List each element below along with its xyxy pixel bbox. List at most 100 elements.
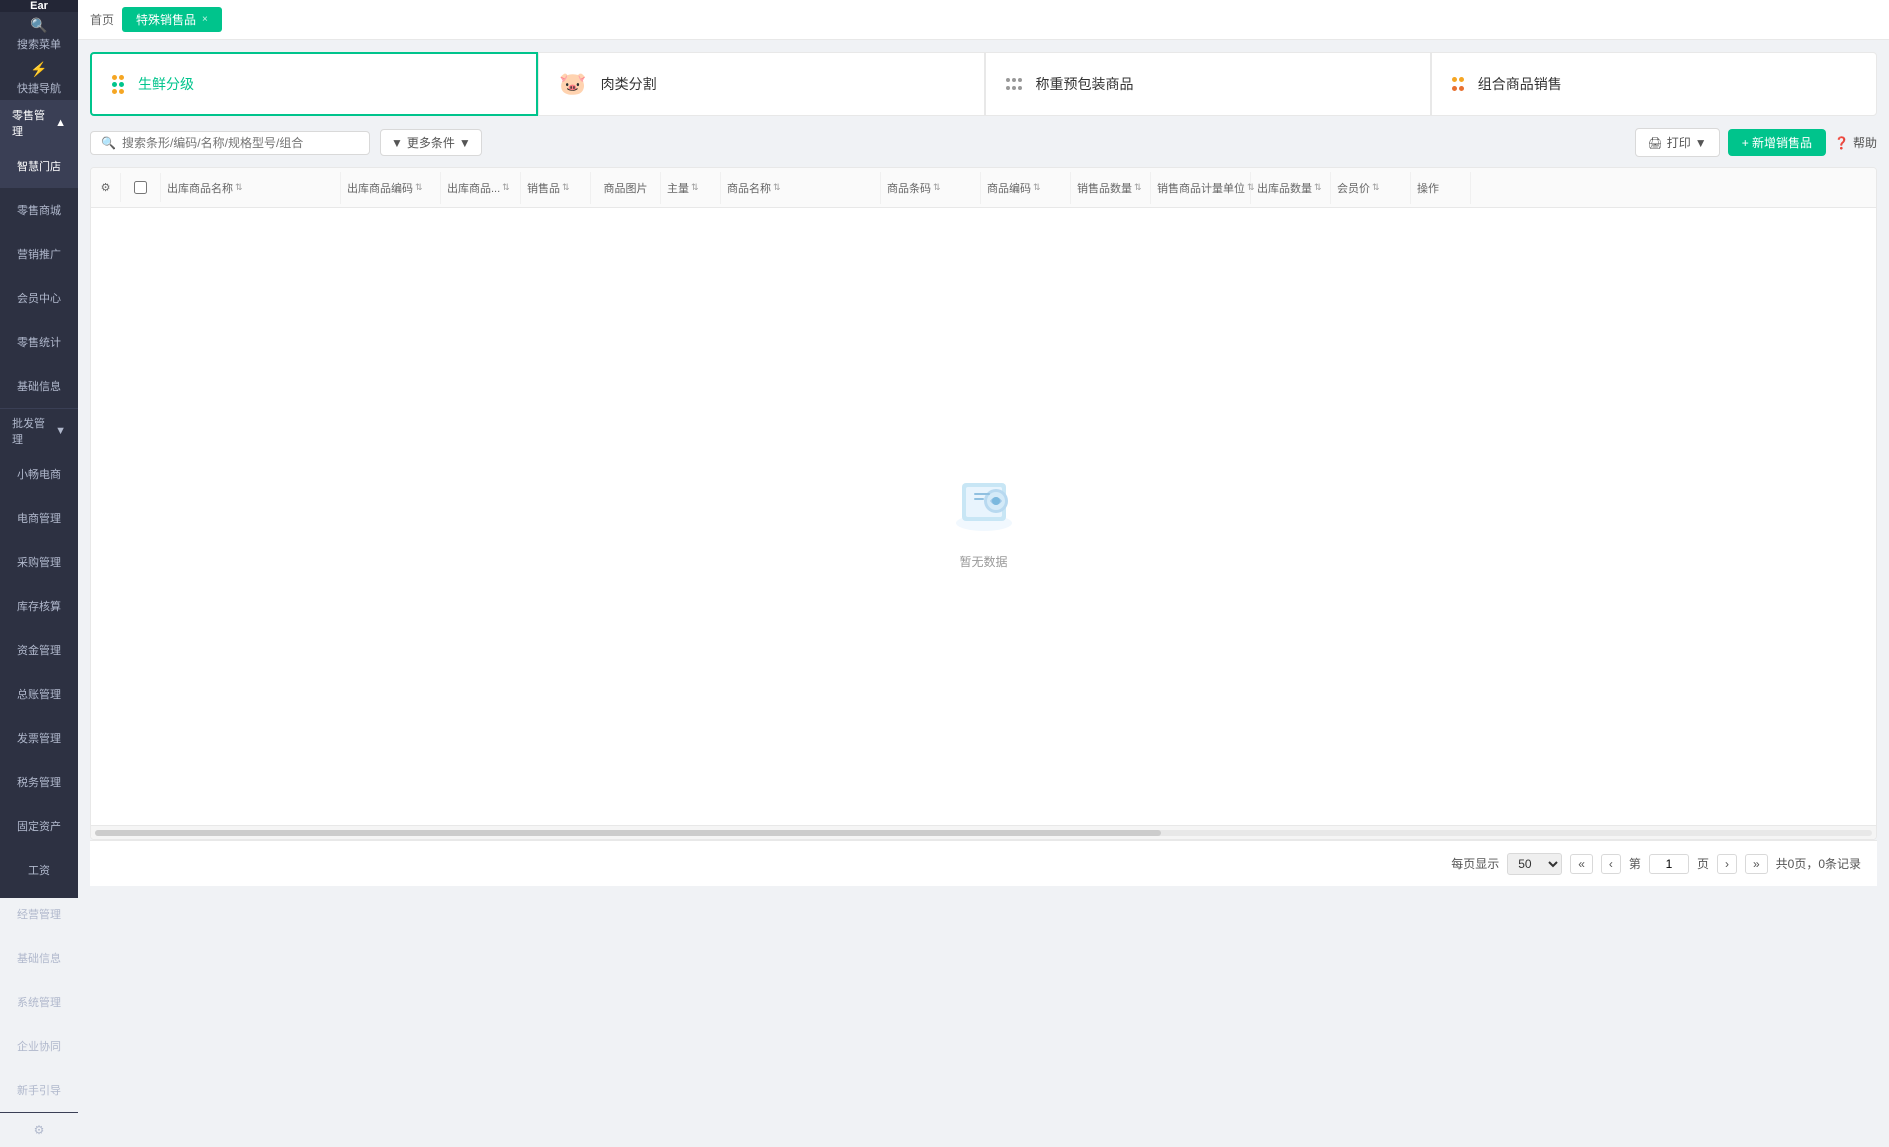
sidebar-bottom: ⚙: [0, 1112, 78, 1147]
sidebar-item-basic-info[interactable]: 基础信息: [0, 364, 78, 408]
more-conditions-button[interactable]: ▼ 更多条件 ▼: [380, 129, 482, 156]
pagination-bar: 每页显示 50 10 20 100 « ‹ 第 页 › » 共0页，0条记录: [90, 840, 1877, 886]
th-sale-qty[interactable]: 销售品数量 ⇅: [1071, 172, 1151, 204]
gear-icon: ⚙: [101, 181, 111, 194]
print-button[interactable]: 🖨 打印 ▼: [1635, 128, 1720, 157]
sidebar-item-retail-stats[interactable]: 零售统计: [0, 320, 78, 364]
th-goods-name[interactable]: 商品名称 ⇅: [721, 172, 881, 204]
th-weight[interactable]: 主量 ⇅: [661, 172, 721, 204]
horizontal-scrollbar[interactable]: [91, 825, 1876, 839]
print-arrow-icon: ▼: [1695, 136, 1707, 150]
sidebar-item-inventory[interactable]: 库存核算: [0, 584, 78, 628]
sidebar-item-system[interactable]: 系统管理: [0, 980, 78, 1024]
per-page-select[interactable]: 50 10 20 100: [1507, 853, 1562, 875]
fresh-grade-icon: [112, 75, 124, 94]
sort-icon: ⇅: [235, 182, 243, 193]
select-all-checkbox[interactable]: [134, 181, 147, 194]
th-out-spec[interactable]: 出库商品... ⇅: [441, 172, 521, 204]
sidebar-item-marketing[interactable]: 营销推广: [0, 232, 78, 276]
sidebar-item-general-ledger[interactable]: 总账管理: [0, 672, 78, 716]
sidebar-item-member[interactable]: 会员中心: [0, 276, 78, 320]
search-icon: 🔍: [30, 17, 47, 34]
search-input[interactable]: [122, 136, 359, 150]
weight-pack-label: 称重预包装商品: [1036, 74, 1134, 94]
sidebar-item-invoice[interactable]: 发票管理: [0, 716, 78, 760]
th-unit[interactable]: 销售商品计量单位 ⇅: [1151, 172, 1251, 204]
tab-card-meat-cut[interactable]: 🐷 肉类分割: [538, 52, 984, 116]
combo-sale-label: 组合商品销售: [1478, 74, 1562, 94]
weight-pack-icon: [1006, 78, 1022, 90]
sidebar-item-enterprise[interactable]: 企业协同: [0, 1024, 78, 1068]
sidebar-item-finance[interactable]: 资金管理: [0, 628, 78, 672]
last-page-button[interactable]: »: [1745, 854, 1768, 874]
sort-icon: ⇅: [1134, 182, 1142, 193]
chevron-icon: ▲: [55, 117, 66, 129]
pig-icon: 🐷: [559, 71, 586, 97]
sidebar-item-newbie[interactable]: 新手引导: [0, 1068, 78, 1112]
tab-cards-row: 生鲜分级 🐷 肉类分割: [90, 52, 1877, 116]
help-icon: ❓: [1834, 136, 1849, 150]
table-header: ⚙ 出库商品名称 ⇅ 出库商品编码 ⇅ 出库商品... ⇅: [91, 168, 1876, 208]
sidebar-item-fixed-assets[interactable]: 固定资产: [0, 804, 78, 848]
th-member-price[interactable]: 会员价 ⇅: [1331, 172, 1411, 204]
settings-button[interactable]: ⚙: [0, 1113, 78, 1147]
sidebar-item-operations[interactable]: 经营管理: [0, 892, 78, 936]
tab-close-icon[interactable]: ×: [202, 14, 208, 25]
th-barcode[interactable]: 商品条码 ⇅: [881, 172, 981, 204]
sort-icon: ⇅: [933, 182, 941, 193]
action-bar: 🖨 打印 ▼ + 新增销售品 ❓ 帮助: [1635, 128, 1877, 157]
search-icon: 🔍: [101, 136, 116, 150]
sidebar-item-search[interactable]: 🔍 搜索菜单: [0, 12, 78, 56]
add-sale-item-button[interactable]: + 新增销售品: [1728, 129, 1826, 156]
th-sale-item[interactable]: 销售品 ⇅: [521, 172, 591, 204]
main-area: 首页 特殊销售品 ×: [78, 0, 1889, 898]
th-goods-code[interactable]: 商品编码 ⇅: [981, 172, 1071, 204]
table-body: 暂无数据: [91, 208, 1876, 825]
th-img: 商品图片: [591, 172, 661, 204]
page-number-input[interactable]: [1649, 854, 1689, 874]
scrollbar-thumb[interactable]: [95, 830, 1161, 836]
sort-icon: ⇅: [1372, 182, 1380, 193]
th-out-code[interactable]: 出库商品编码 ⇅: [341, 172, 441, 204]
tab-card-combo-sale[interactable]: 组合商品销售: [1431, 52, 1877, 116]
sidebar-item-retail-mall[interactable]: 零售商城: [0, 188, 78, 232]
sort-icon: ⇅: [691, 182, 699, 193]
next-page-button[interactable]: ›: [1717, 854, 1737, 874]
sidebar-item-tax[interactable]: 税务管理: [0, 760, 78, 804]
printer-icon: 🖨: [1648, 136, 1663, 150]
search-box[interactable]: 🔍: [90, 131, 370, 155]
sidebar-item-wholesale[interactable]: 批发管理 ▼: [0, 408, 78, 452]
sidebar: Ear 🔍 搜索菜单 ⚡ 快捷导航 零售管理 ▲ 智慧门店 零售商城 营销推广 …: [0, 0, 78, 898]
retail-label: 零售管理: [12, 107, 55, 139]
sidebar-item-mini-shop[interactable]: 小畅电商: [0, 452, 78, 496]
th-out-qty[interactable]: 出库品数量 ⇅: [1251, 172, 1331, 204]
active-tab[interactable]: 特殊销售品 ×: [122, 7, 222, 32]
tab-card-fresh-grade[interactable]: 生鲜分级: [90, 52, 538, 116]
help-button[interactable]: ❓ 帮助: [1834, 134, 1877, 151]
sidebar-item-ecom-mgr[interactable]: 电商管理: [0, 496, 78, 540]
th-gear[interactable]: ⚙: [91, 173, 121, 202]
scrollbar-track[interactable]: [95, 830, 1872, 836]
sort-icon: ⇅: [562, 182, 570, 193]
home-link[interactable]: 首页: [90, 11, 114, 28]
sidebar-item-basic-info2[interactable]: 基础信息: [0, 936, 78, 980]
tab-card-weight-pack[interactable]: 称重预包装商品: [985, 52, 1431, 116]
data-table: ⚙ 出库商品名称 ⇅ 出库商品编码 ⇅ 出库商品... ⇅: [90, 167, 1877, 840]
first-page-button[interactable]: «: [1570, 854, 1593, 874]
fresh-grade-label: 生鲜分级: [138, 74, 194, 94]
topbar: 首页 特殊销售品 ×: [78, 0, 1889, 40]
sidebar-item-retail[interactable]: 零售管理 ▲: [0, 100, 78, 144]
sidebar-item-purchase[interactable]: 采购管理: [0, 540, 78, 584]
sidebar-logo: Ear: [0, 0, 78, 12]
sidebar-item-salary[interactable]: 工资: [0, 848, 78, 892]
prev-page-button[interactable]: ‹: [1601, 854, 1621, 874]
th-operation: 操作: [1411, 172, 1471, 204]
sidebar-item-smart-store[interactable]: 智慧门店: [0, 144, 78, 188]
page-unit: 页: [1697, 855, 1709, 872]
sidebar-item-quick[interactable]: ⚡ 快捷导航: [0, 56, 78, 100]
th-check[interactable]: [121, 173, 161, 202]
th-out-name[interactable]: 出库商品名称 ⇅: [161, 172, 341, 204]
sort-icon: ⇅: [773, 182, 781, 193]
sort-icon: ⇅: [1314, 182, 1322, 193]
empty-text: 暂无数据: [959, 553, 1007, 570]
